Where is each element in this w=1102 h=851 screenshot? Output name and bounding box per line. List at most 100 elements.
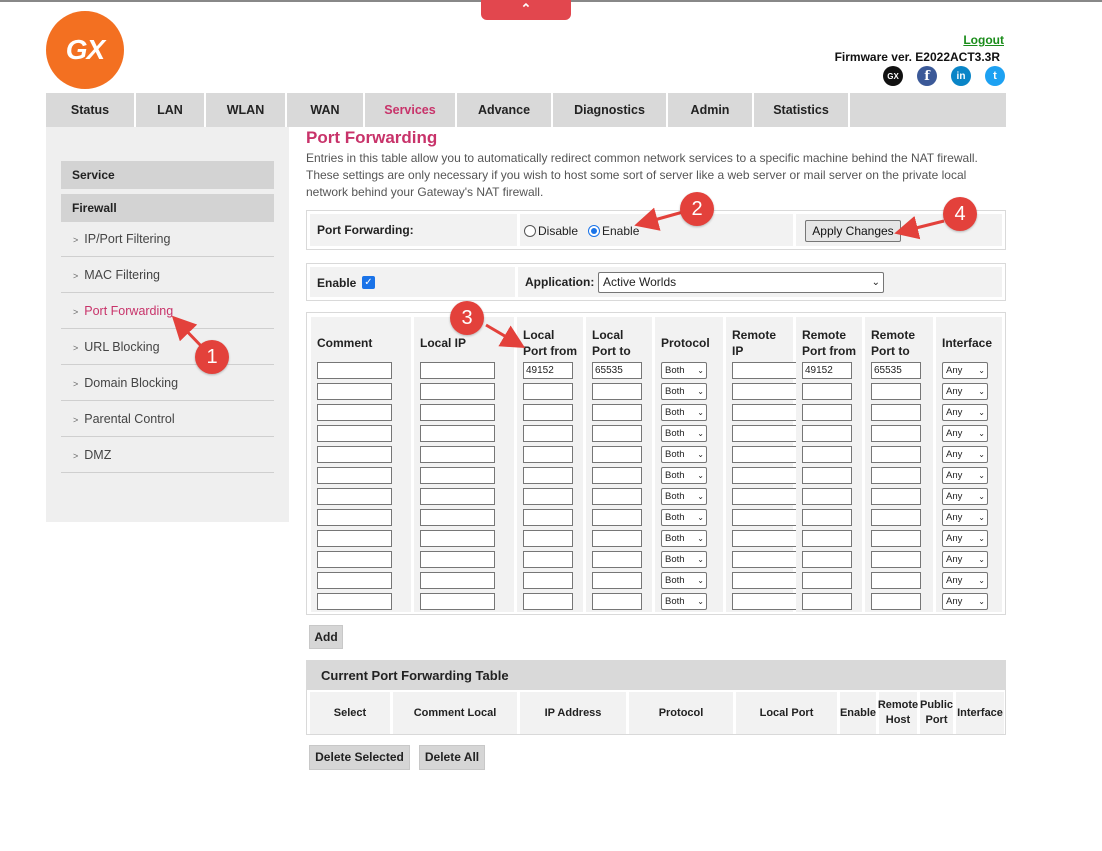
local-ip-input[interactable] xyxy=(420,362,495,379)
local-port-to-input[interactable] xyxy=(592,404,642,421)
interface-select[interactable]: Any ⌄ xyxy=(942,404,988,421)
remote-port-from-input[interactable] xyxy=(802,425,852,442)
apply-changes-button[interactable]: Apply Changes xyxy=(805,220,901,242)
remote-ip-input[interactable] xyxy=(732,593,800,610)
disable-radio[interactable] xyxy=(524,225,536,237)
sidebar-heading-service[interactable]: Service xyxy=(61,161,274,189)
interface-select[interactable]: Any ⌄ xyxy=(942,446,988,463)
interface-select[interactable]: Any ⌄ xyxy=(942,593,988,610)
remote-ip-input[interactable] xyxy=(732,530,800,547)
interface-select[interactable]: Any ⌄ xyxy=(942,509,988,526)
remote-port-to-input[interactable]: 65535 xyxy=(871,362,921,379)
remote-ip-input[interactable] xyxy=(732,467,800,484)
local-ip-input[interactable] xyxy=(420,446,495,463)
remote-port-to-input[interactable] xyxy=(871,446,921,463)
local-ip-input[interactable] xyxy=(420,383,495,400)
remote-port-from-input[interactable] xyxy=(802,488,852,505)
protocol-select[interactable]: Both ⌄ xyxy=(661,383,707,400)
protocol-select[interactable]: Both ⌄ xyxy=(661,509,707,526)
remote-ip-input[interactable] xyxy=(732,488,800,505)
local-ip-input[interactable] xyxy=(420,467,495,484)
comment-input[interactable] xyxy=(317,530,392,547)
remote-port-to-input[interactable] xyxy=(871,593,921,610)
local-port-to-input[interactable] xyxy=(592,593,642,610)
remote-port-to-input[interactable] xyxy=(871,467,921,484)
protocol-select[interactable]: Both ⌄ xyxy=(661,446,707,463)
sidebar-item-port-forwarding[interactable]: > Port Forwarding xyxy=(61,293,274,329)
nav-services[interactable]: Services xyxy=(365,93,457,127)
local-port-to-input[interactable] xyxy=(592,425,642,442)
interface-select[interactable]: Any ⌄ xyxy=(942,383,988,400)
sidebar-item-domain-blocking[interactable]: > Domain Blocking xyxy=(61,365,274,401)
local-port-to-input[interactable] xyxy=(592,509,642,526)
remote-port-from-input[interactable] xyxy=(802,467,852,484)
local-port-to-input[interactable] xyxy=(592,467,642,484)
protocol-select[interactable]: Both ⌄ xyxy=(661,362,707,379)
remote-ip-input[interactable] xyxy=(732,383,800,400)
protocol-select[interactable]: Both ⌄ xyxy=(661,572,707,589)
local-port-to-input[interactable] xyxy=(592,572,642,589)
collapse-tab[interactable]: ⌃ xyxy=(481,0,571,20)
remote-ip-input[interactable] xyxy=(732,425,800,442)
remote-port-from-input[interactable]: 49152 xyxy=(802,362,852,379)
nav-wan[interactable]: WAN xyxy=(287,93,365,127)
local-port-from-input[interactable] xyxy=(523,551,573,568)
comment-input[interactable] xyxy=(317,509,392,526)
local-port-from-input[interactable] xyxy=(523,446,573,463)
remote-port-from-input[interactable] xyxy=(802,509,852,526)
local-port-to-input[interactable] xyxy=(592,530,642,547)
remote-port-from-input[interactable] xyxy=(802,446,852,463)
remote-port-from-input[interactable] xyxy=(802,572,852,589)
nav-status[interactable]: Status xyxy=(46,93,136,127)
comment-input[interactable] xyxy=(317,362,392,379)
nav-advance[interactable]: Advance xyxy=(457,93,553,127)
logout-link[interactable]: Logout xyxy=(963,33,1004,47)
local-port-from-input[interactable] xyxy=(523,572,573,589)
sidebar-item-url-blocking[interactable]: > URL Blocking xyxy=(61,329,274,365)
interface-select[interactable]: Any ⌄ xyxy=(942,530,988,547)
local-port-from-input[interactable] xyxy=(523,383,573,400)
delete-all-button[interactable]: Delete All xyxy=(419,745,485,770)
interface-select[interactable]: Any ⌄ xyxy=(942,467,988,484)
remote-port-from-input[interactable] xyxy=(802,593,852,610)
application-select[interactable]: Active Worlds ⌄ xyxy=(598,272,884,293)
linkedin-icon[interactable]: in xyxy=(951,66,971,86)
protocol-select[interactable]: Both ⌄ xyxy=(661,593,707,610)
protocol-select[interactable]: Both ⌄ xyxy=(661,425,707,442)
local-port-to-input[interactable] xyxy=(592,383,642,400)
local-port-to-input[interactable]: 65535 xyxy=(592,362,642,379)
nav-statistics[interactable]: Statistics xyxy=(754,93,850,127)
remote-ip-input[interactable] xyxy=(732,362,800,379)
local-port-from-input[interactable] xyxy=(523,530,573,547)
nav-admin[interactable]: Admin xyxy=(668,93,754,127)
local-port-to-input[interactable] xyxy=(592,488,642,505)
local-port-to-input[interactable] xyxy=(592,446,642,463)
sidebar-heading-firewall[interactable]: Firewall xyxy=(61,194,274,222)
remote-port-from-input[interactable] xyxy=(802,383,852,400)
protocol-select[interactable]: Both ⌄ xyxy=(661,530,707,547)
remote-port-to-input[interactable] xyxy=(871,383,921,400)
local-ip-input[interactable] xyxy=(420,551,495,568)
local-port-from-input[interactable] xyxy=(523,488,573,505)
sidebar-item-parental-control[interactable]: > Parental Control xyxy=(61,401,274,437)
local-port-from-input[interactable] xyxy=(523,467,573,484)
remote-port-to-input[interactable] xyxy=(871,530,921,547)
remote-port-from-input[interactable] xyxy=(802,551,852,568)
nav-wlan[interactable]: WLAN xyxy=(206,93,287,127)
interface-select[interactable]: Any ⌄ xyxy=(942,572,988,589)
comment-input[interactable] xyxy=(317,593,392,610)
local-ip-input[interactable] xyxy=(420,593,495,610)
remote-port-to-input[interactable] xyxy=(871,572,921,589)
enable-radio[interactable] xyxy=(588,225,600,237)
local-ip-input[interactable] xyxy=(420,530,495,547)
remote-port-to-input[interactable] xyxy=(871,488,921,505)
comment-input[interactable] xyxy=(317,425,392,442)
local-ip-input[interactable] xyxy=(420,488,495,505)
local-port-from-input[interactable] xyxy=(523,425,573,442)
sidebar-item-dmz[interactable]: > DMZ xyxy=(61,437,274,473)
remote-ip-input[interactable] xyxy=(732,404,800,421)
comment-input[interactable] xyxy=(317,404,392,421)
interface-select[interactable]: Any ⌄ xyxy=(942,488,988,505)
nav-diagnostics[interactable]: Diagnostics xyxy=(553,93,668,127)
delete-selected-button[interactable]: Delete Selected xyxy=(309,745,410,770)
